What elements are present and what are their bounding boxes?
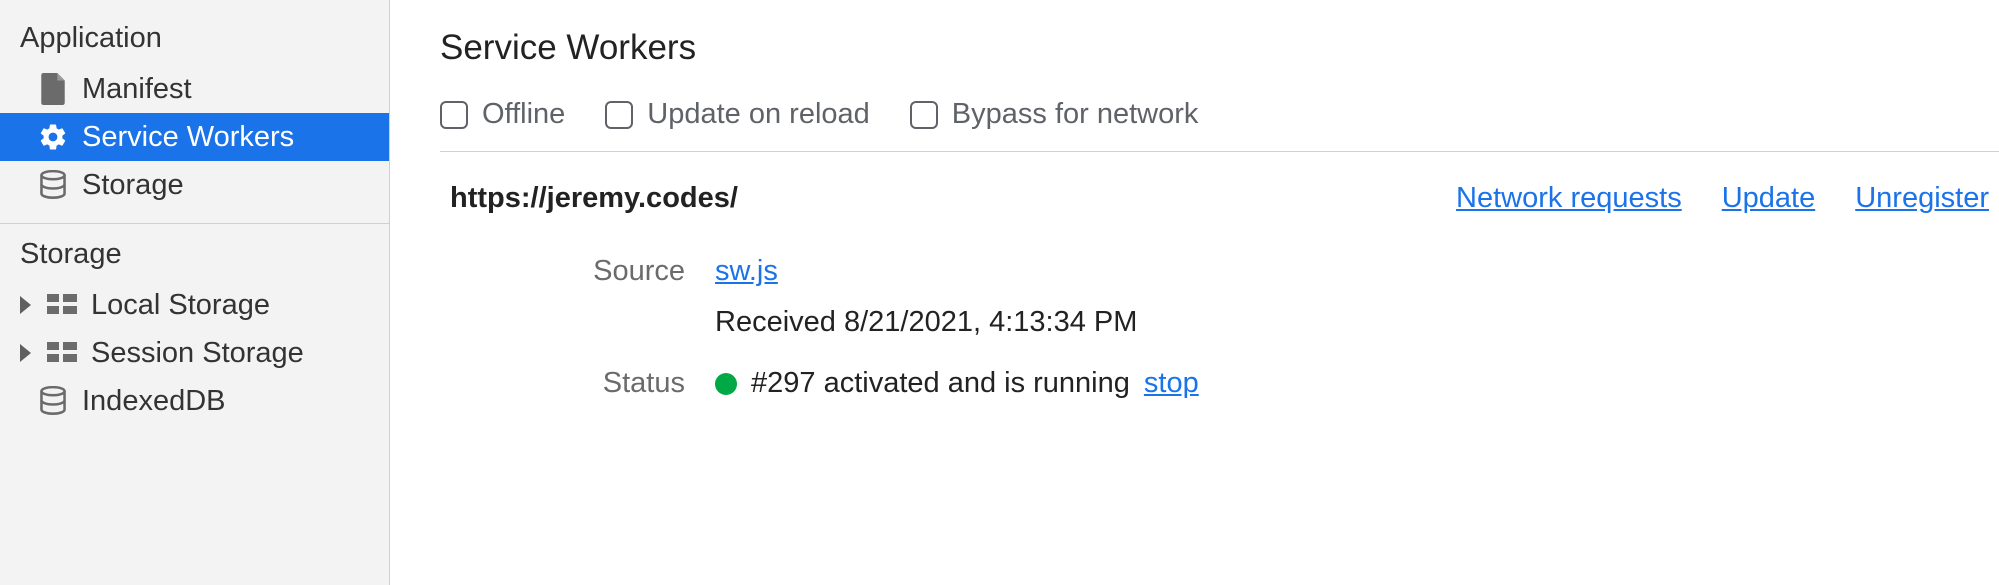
stop-link[interactable]: stop	[1144, 367, 1199, 400]
database-icon	[38, 170, 68, 200]
unregister-link[interactable]: Unregister	[1855, 182, 1989, 215]
sidebar-item-label: Manifest	[82, 73, 192, 106]
options-row: Offline Update on reload Bypass for netw…	[440, 98, 1999, 152]
table-icon	[47, 338, 77, 368]
checkbox-bypass-for-network[interactable]: Bypass for network	[910, 98, 1199, 131]
checkbox-input[interactable]	[605, 101, 633, 129]
detail-row-status: Status #297 activated and is running sto…	[440, 367, 1999, 400]
section-header-application: Application	[0, 8, 389, 65]
detail-label-source: Source	[440, 255, 715, 288]
gear-icon	[38, 122, 68, 152]
origin-text: https://jeremy.codes/	[450, 182, 738, 215]
received-text: Received 8/21/2021, 4:13:34 PM	[715, 306, 1137, 339]
sidebar-item-storage[interactable]: Storage	[0, 161, 389, 209]
detail-row-source: Source sw.js Received 8/21/2021, 4:13:34…	[440, 255, 1999, 339]
table-icon	[47, 290, 77, 320]
checkbox-update-on-reload[interactable]: Update on reload	[605, 98, 870, 131]
checkbox-label: Offline	[482, 98, 565, 131]
sidebar-item-session-storage[interactable]: Session Storage	[0, 329, 389, 377]
status-text: #297 activated and is running	[751, 367, 1130, 400]
detail-label-status: Status	[440, 367, 715, 400]
source-file-link[interactable]: sw.js	[715, 255, 1137, 288]
database-icon	[38, 386, 68, 416]
checkbox-label: Bypass for network	[952, 98, 1199, 131]
update-link[interactable]: Update	[1722, 182, 1816, 215]
checkbox-offline[interactable]: Offline	[440, 98, 565, 131]
sidebar-item-local-storage[interactable]: Local Storage	[0, 281, 389, 329]
detail-value-source: sw.js Received 8/21/2021, 4:13:34 PM	[715, 255, 1137, 339]
expand-arrow-icon[interactable]	[20, 344, 31, 362]
sidebar-item-label: Storage	[82, 169, 184, 202]
sidebar-item-indexeddb[interactable]: IndexedDB	[0, 377, 389, 425]
section-header-storage: Storage	[0, 224, 389, 281]
document-icon	[38, 74, 68, 104]
network-requests-link[interactable]: Network requests	[1456, 182, 1682, 215]
detail-grid: Source sw.js Received 8/21/2021, 4:13:34…	[440, 255, 1999, 400]
checkbox-input[interactable]	[440, 101, 468, 129]
sidebar-item-label: IndexedDB	[82, 385, 226, 418]
status-line: #297 activated and is running stop	[715, 367, 1199, 400]
checkbox-input[interactable]	[910, 101, 938, 129]
sidebar-item-label: Service Workers	[82, 121, 294, 154]
sidebar-item-service-workers[interactable]: Service Workers	[0, 113, 389, 161]
page-title: Service Workers	[440, 28, 1999, 68]
status-dot-icon	[715, 373, 737, 395]
action-links: Network requests Update Unregister	[1456, 182, 1989, 215]
detail-value-status: #297 activated and is running stop	[715, 367, 1199, 400]
checkbox-label: Update on reload	[647, 98, 870, 131]
origin-row: https://jeremy.codes/ Network requests U…	[440, 152, 1999, 215]
sidebar-item-manifest[interactable]: Manifest	[0, 65, 389, 113]
sidebar-item-label: Local Storage	[91, 289, 270, 322]
sidebar: Application Manifest Service Workers Sto…	[0, 0, 390, 585]
main-panel: Service Workers Offline Update on reload…	[390, 0, 1999, 585]
sidebar-item-label: Session Storage	[91, 337, 304, 370]
expand-arrow-icon[interactable]	[20, 296, 31, 314]
